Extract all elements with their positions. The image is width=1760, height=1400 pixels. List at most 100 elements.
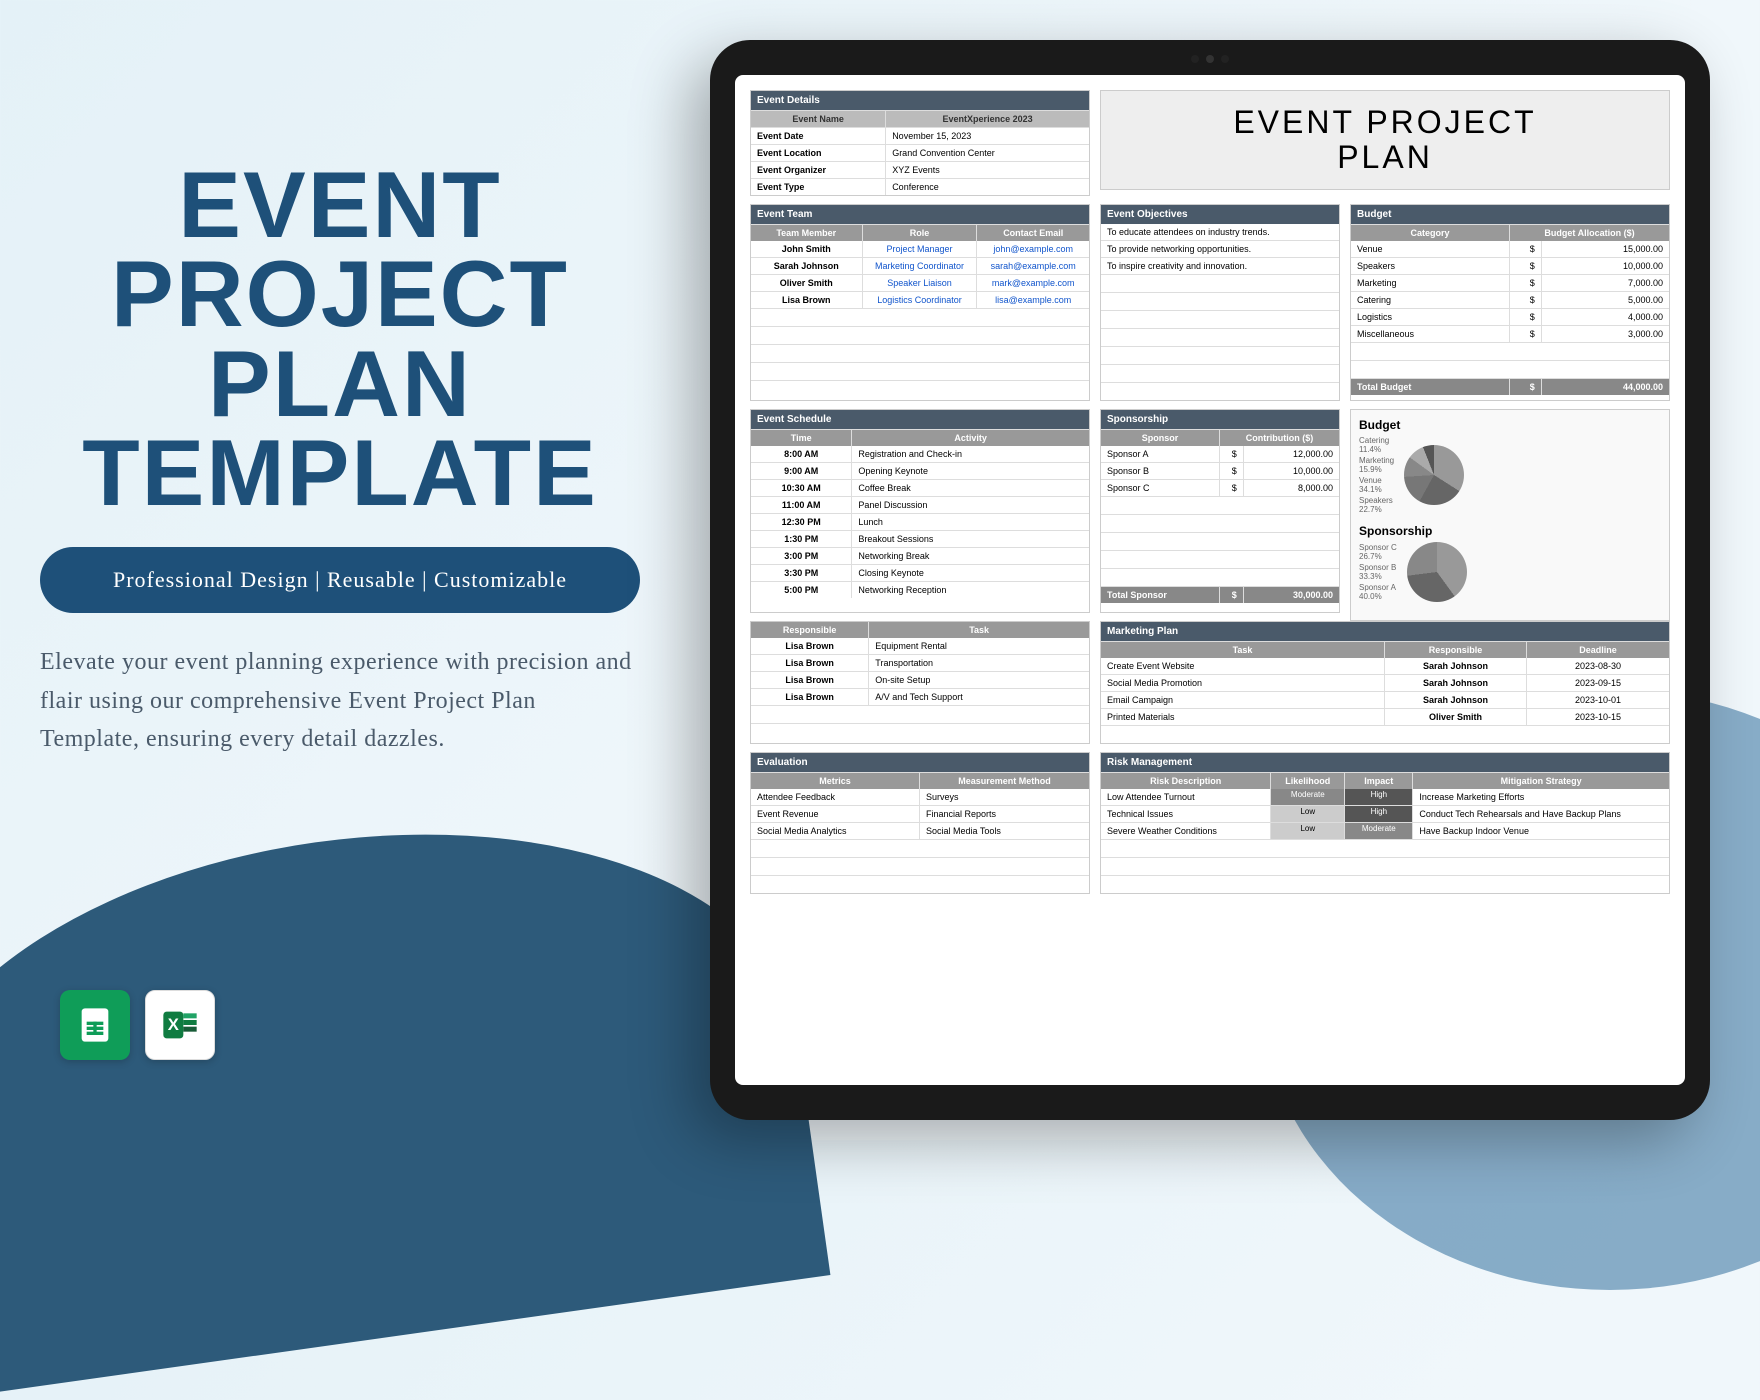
table-row: Lisa BrownA/V and Tech Support [751, 688, 1089, 705]
col-header: Likelihood [1271, 773, 1345, 789]
doc-title-line-1: EVENT PROJECT [1233, 105, 1536, 140]
col-header: Impact [1345, 773, 1413, 789]
table-row: Catering$5,000.00 [1351, 291, 1669, 308]
risk-section: Risk Management Risk DescriptionLikeliho… [1100, 752, 1670, 894]
table-row: Oliver SmithSpeaker Liaisonmark@example.… [751, 274, 1089, 291]
table-row: 3:30 PMClosing Keynote [751, 564, 1089, 581]
col-header: Task [1101, 642, 1385, 658]
main-title: EVENT PROJECT PLAN TEMPLATE [40, 160, 640, 517]
col-header: Contribution ($) [1220, 430, 1339, 446]
title-line-1: EVENT [40, 160, 640, 249]
total-label: Total Sponsor [1101, 587, 1220, 603]
legend-item: Marketing15.9% [1359, 456, 1394, 474]
section-header: Sponsorship [1101, 410, 1339, 429]
chart-legend: Sponsor C26.7%Sponsor B33.3%Sponsor A40.… [1359, 543, 1397, 601]
table-row: To inspire creativity and innovation. [1101, 257, 1339, 274]
table-row: Sponsor A$12,000.00 [1101, 446, 1339, 462]
section-header: Event Objectives [1101, 205, 1339, 224]
chart-title: Budget [1359, 418, 1661, 432]
section-header: Event Schedule [751, 410, 1089, 429]
description: Elevate your event planning experience w… [40, 643, 640, 758]
table-row: Marketing$7,000.00 [1351, 274, 1669, 291]
chart-legend: Catering11.4%Marketing15.9%Venue34.1%Spe… [1359, 436, 1394, 514]
app-icons: X [60, 990, 215, 1060]
section-header: Event Team [751, 205, 1089, 224]
col-header: Responsible [1385, 642, 1527, 658]
table-row: Printed MaterialsOliver Smith2023-10-15 [1101, 708, 1669, 725]
excel-icon: X [145, 990, 215, 1060]
col-header: Role [863, 225, 978, 241]
col-header: Responsible [751, 622, 869, 638]
legend-item: Sponsor A40.0% [1359, 583, 1397, 601]
col-header: Task [869, 622, 1089, 638]
sponsor-pie-chart [1407, 542, 1467, 602]
col-header: Contact Email [977, 225, 1089, 241]
label: Event Name [751, 111, 886, 127]
value: XYZ Events [886, 162, 1089, 178]
table-row: Technical IssuesLowHighConduct Tech Rehe… [1101, 805, 1669, 822]
title-line-2: PROJECT PLAN [40, 249, 640, 428]
col-header: Budget Allocation ($) [1510, 225, 1669, 241]
total-value: 30,000.00 [1244, 587, 1339, 603]
tablet-mockup: Event Details Event NameEventXperience 2… [710, 40, 1710, 1120]
doc-title-line-2: PLAN [1337, 140, 1433, 175]
table-row: Lisa BrownEquipment Rental [751, 638, 1089, 654]
evaluation-section: Evaluation MetricsMeasurement Method Att… [750, 752, 1090, 894]
table-row: 11:00 AMPanel Discussion [751, 496, 1089, 513]
value: November 15, 2023 [886, 128, 1089, 144]
value: Grand Convention Center [886, 145, 1089, 161]
section-header: Evaluation [751, 753, 1089, 772]
col-header: Time [751, 430, 852, 446]
total-value: 44,000.00 [1542, 379, 1669, 395]
table-row: 1:30 PMBreakout Sessions [751, 530, 1089, 547]
table-row: Attendee FeedbackSurveys [751, 789, 1089, 805]
table-row: Logistics$4,000.00 [1351, 308, 1669, 325]
table-row: Venue$15,000.00 [1351, 241, 1669, 257]
col-header: Activity [852, 430, 1089, 446]
label: Event Organizer [751, 162, 886, 178]
total-label: Total Budget [1351, 379, 1510, 395]
table-row: Create Event WebsiteSarah Johnson2023-08… [1101, 658, 1669, 674]
section-header: Event Details [751, 91, 1089, 110]
section-header: Budget [1351, 205, 1669, 224]
tablet-camera [1206, 55, 1214, 63]
table-row: Sarah JohnsonMarketing Coordinatorsarah@… [751, 257, 1089, 274]
feature-pill: Professional Design | Reusable | Customi… [40, 547, 640, 613]
sponsor-section: Sponsorship SponsorContribution ($) Spon… [1100, 409, 1340, 613]
col-header: Sponsor [1101, 430, 1220, 446]
table-row: Lisa BrownLogistics Coordinatorlisa@exam… [751, 291, 1089, 308]
table-row: To provide networking opportunities. [1101, 240, 1339, 257]
table-row: Low Attendee TurnoutModerateHighIncrease… [1101, 789, 1669, 805]
label: Event Location [751, 145, 886, 161]
label: Event Type [751, 179, 886, 195]
responsible-section: ResponsibleTask Lisa BrownEquipment Rent… [750, 621, 1090, 744]
svg-text:X: X [168, 1015, 179, 1034]
table-row: 5:00 PMNetworking Reception [751, 581, 1089, 598]
table-row: Social Media PromotionSarah Johnson2023-… [1101, 674, 1669, 691]
col-header: Measurement Method [920, 773, 1089, 789]
col-header: Category [1351, 225, 1510, 241]
table-row: Sponsor C$8,000.00 [1101, 479, 1339, 496]
table-row: To educate attendees on industry trends. [1101, 224, 1339, 240]
col-header: Mitigation Strategy [1413, 773, 1669, 789]
col-header: Risk Description [1101, 773, 1271, 789]
legend-item: Catering11.4% [1359, 436, 1394, 454]
background-wave [0, 780, 830, 1400]
table-row: 8:00 AMRegistration and Check-in [751, 446, 1089, 462]
objectives-section: Event Objectives To educate attendees on… [1100, 204, 1340, 401]
table-row: Sponsor B$10,000.00 [1101, 462, 1339, 479]
col-header: Team Member [751, 225, 863, 241]
legend-item: Sponsor B33.3% [1359, 563, 1397, 581]
value: Conference [886, 179, 1089, 195]
table-row: John SmithProject Managerjohn@example.co… [751, 241, 1089, 257]
table-row: Lisa BrownTransportation [751, 654, 1089, 671]
document-title: EVENT PROJECT PLAN [1100, 90, 1670, 190]
table-row: 9:00 AMOpening Keynote [751, 462, 1089, 479]
charts-panel: Budget Catering11.4%Marketing15.9%Venue3… [1350, 409, 1670, 621]
table-row: 3:00 PMNetworking Break [751, 547, 1089, 564]
table-row: Email CampaignSarah Johnson2023-10-01 [1101, 691, 1669, 708]
schedule-section: Event Schedule TimeActivity 8:00 AMRegis… [750, 409, 1090, 613]
table-row: 10:30 AMCoffee Break [751, 479, 1089, 496]
table-row: Lisa BrownOn-site Setup [751, 671, 1089, 688]
event-details-section: Event Details Event NameEventXperience 2… [750, 90, 1090, 196]
